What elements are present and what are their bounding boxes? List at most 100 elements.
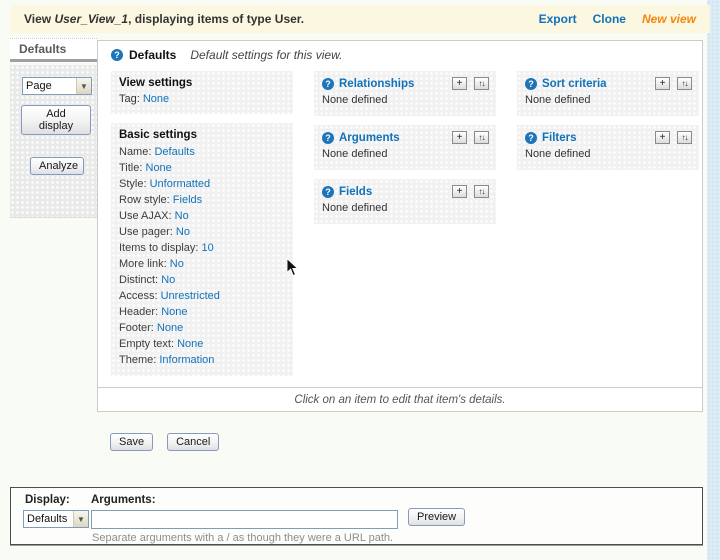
- sort-criteria-title-link[interactable]: Sort criteria: [542, 78, 607, 90]
- setting-label: Title:: [119, 162, 146, 174]
- add-item-button[interactable]: +: [655, 77, 670, 90]
- new-view-link[interactable]: New view: [642, 12, 696, 26]
- sort-criteria-box: ? Sort criteria + ↑↓ None defined: [517, 71, 699, 116]
- fields-box: ? Fields + ↑↓ None defined: [314, 179, 496, 224]
- setting-label: Row style:: [119, 194, 173, 206]
- setting-row-access: Access: Unrestricted: [119, 288, 286, 304]
- arguments-input[interactable]: [91, 510, 398, 529]
- setting-value-link[interactable]: No: [161, 274, 175, 286]
- header-links: Export Clone New view: [539, 12, 696, 26]
- add-item-button[interactable]: +: [452, 185, 467, 198]
- basic-settings-box: Basic settings Name: Defaults Title: Non…: [111, 123, 293, 376]
- help-icon[interactable]: ?: [322, 185, 334, 198]
- setting-value-link[interactable]: No: [175, 210, 189, 222]
- export-link[interactable]: Export: [539, 12, 577, 26]
- settings-columns: View settings Tag: None Basic settings N…: [98, 68, 702, 385]
- add-item-button[interactable]: +: [452, 131, 467, 144]
- tag-setting-row: Tag: None: [119, 92, 286, 107]
- none-defined-text: None defined: [322, 148, 388, 160]
- rearrange-button[interactable]: ↑↓: [677, 77, 692, 90]
- displays-tab-defaults[interactable]: Defaults: [10, 38, 97, 62]
- panel-heading: Defaults: [129, 48, 177, 62]
- filters-box: ? Filters + ↑↓ None defined: [517, 125, 699, 170]
- chevron-down-icon: ▼: [76, 78, 91, 94]
- display-controls-panel: Page ▼ Add display Analyze: [10, 65, 97, 218]
- setting-label: Items to display:: [119, 242, 202, 254]
- setting-label: Use pager:: [119, 226, 176, 238]
- settings-column-1: View settings Tag: None Basic settings N…: [111, 71, 293, 385]
- view-title-prefix: View: [24, 12, 55, 26]
- none-defined-text: None defined: [322, 94, 388, 106]
- rearrange-button[interactable]: ↑↓: [677, 131, 692, 144]
- rearrange-button[interactable]: ↑↓: [474, 77, 489, 90]
- setting-value-link[interactable]: No: [170, 258, 184, 270]
- setting-value-link[interactable]: Fields: [173, 194, 202, 206]
- none-defined-text: None defined: [525, 94, 591, 106]
- setting-label: Empty text:: [119, 338, 178, 350]
- rearrange-button[interactable]: ↑↓: [474, 131, 489, 144]
- help-icon[interactable]: ?: [322, 131, 334, 144]
- setting-value-link[interactable]: Information: [159, 354, 214, 366]
- setting-row-style: Style: Unformatted: [119, 176, 286, 192]
- tag-value-link[interactable]: None: [143, 93, 169, 105]
- setting-value-link[interactable]: Unrestricted: [161, 290, 220, 302]
- setting-row-name: Name: Defaults: [119, 144, 286, 160]
- display-type-select-value: Page: [26, 80, 52, 92]
- add-item-button[interactable]: +: [452, 77, 467, 90]
- setting-row-use-pager: Use pager: No: [119, 224, 286, 240]
- save-button[interactable]: Save: [110, 433, 154, 451]
- chevron-down-icon: ▼: [73, 511, 88, 527]
- fields-title-link[interactable]: Fields: [339, 186, 372, 198]
- rearrange-button[interactable]: ↑↓: [474, 185, 489, 198]
- display-label: Display:: [25, 494, 70, 506]
- setting-value-link[interactable]: 10: [202, 242, 214, 254]
- footer-hint: Click on an item to edit that item's det…: [98, 387, 702, 411]
- relationships-box: ? Relationships + ↑↓ None defined: [314, 71, 496, 116]
- relationships-title-link[interactable]: Relationships: [339, 78, 414, 90]
- help-icon[interactable]: ?: [525, 131, 537, 144]
- help-icon[interactable]: ?: [525, 77, 537, 90]
- panel-description: Default settings for this view.: [190, 48, 343, 62]
- setting-label: Header:: [119, 306, 162, 318]
- add-item-button[interactable]: +: [655, 131, 670, 144]
- setting-row-header: Header: None: [119, 304, 286, 320]
- setting-value-link[interactable]: No: [176, 226, 190, 238]
- none-defined-text: None defined: [525, 148, 591, 160]
- display-settings-panel: ? Defaults Default settings for this vie…: [97, 40, 703, 412]
- arguments-label: Arguments:: [91, 494, 156, 506]
- filters-title-link[interactable]: Filters: [542, 132, 577, 144]
- add-display-button[interactable]: Add display: [21, 105, 91, 135]
- setting-value-link[interactable]: None: [161, 306, 187, 318]
- settings-column-3: ? Sort criteria + ↑↓ None defined ? Filt…: [517, 71, 699, 385]
- arguments-title-link[interactable]: Arguments: [339, 132, 400, 144]
- setting-row-footer: Footer: None: [119, 320, 286, 336]
- help-icon[interactable]: ?: [322, 77, 334, 90]
- help-icon[interactable]: ?: [111, 49, 123, 61]
- view-settings-box: View settings Tag: None: [111, 71, 293, 114]
- setting-row-more-link: More link: No: [119, 256, 286, 272]
- setting-value-link[interactable]: None: [157, 322, 183, 334]
- basic-settings-title: Basic settings: [119, 129, 197, 141]
- setting-label: Use AJAX:: [119, 210, 175, 222]
- setting-value-link[interactable]: None: [146, 162, 172, 174]
- display-type-select[interactable]: Page ▼: [22, 77, 92, 95]
- arguments-help-text: Separate arguments with a / as though th…: [92, 532, 394, 544]
- setting-row-title: Title: None: [119, 160, 286, 176]
- setting-label: Theme:: [119, 354, 160, 366]
- settings-column-2: ? Relationships + ↑↓ None defined ? Argu…: [314, 71, 496, 385]
- setting-label: Access:: [119, 290, 161, 302]
- setting-value-link[interactable]: Unformatted: [150, 178, 211, 190]
- setting-label: Style:: [119, 178, 150, 190]
- setting-label: Distinct:: [119, 274, 162, 286]
- analyze-button[interactable]: Analyze: [30, 157, 84, 175]
- setting-value-link[interactable]: Defaults: [154, 146, 194, 158]
- setting-value-link[interactable]: None: [177, 338, 203, 350]
- preview-display-select[interactable]: Defaults ▼: [23, 510, 89, 528]
- tag-label: Tag:: [119, 93, 143, 105]
- cancel-button[interactable]: Cancel: [167, 433, 220, 451]
- preview-button[interactable]: Preview: [408, 508, 466, 526]
- view-title-suffix: , displaying items of type User.: [128, 12, 305, 26]
- arguments-box: ? Arguments + ↑↓ None defined: [314, 125, 496, 170]
- setting-row-empty-text: Empty text: None: [119, 336, 286, 352]
- clone-link[interactable]: Clone: [593, 12, 626, 26]
